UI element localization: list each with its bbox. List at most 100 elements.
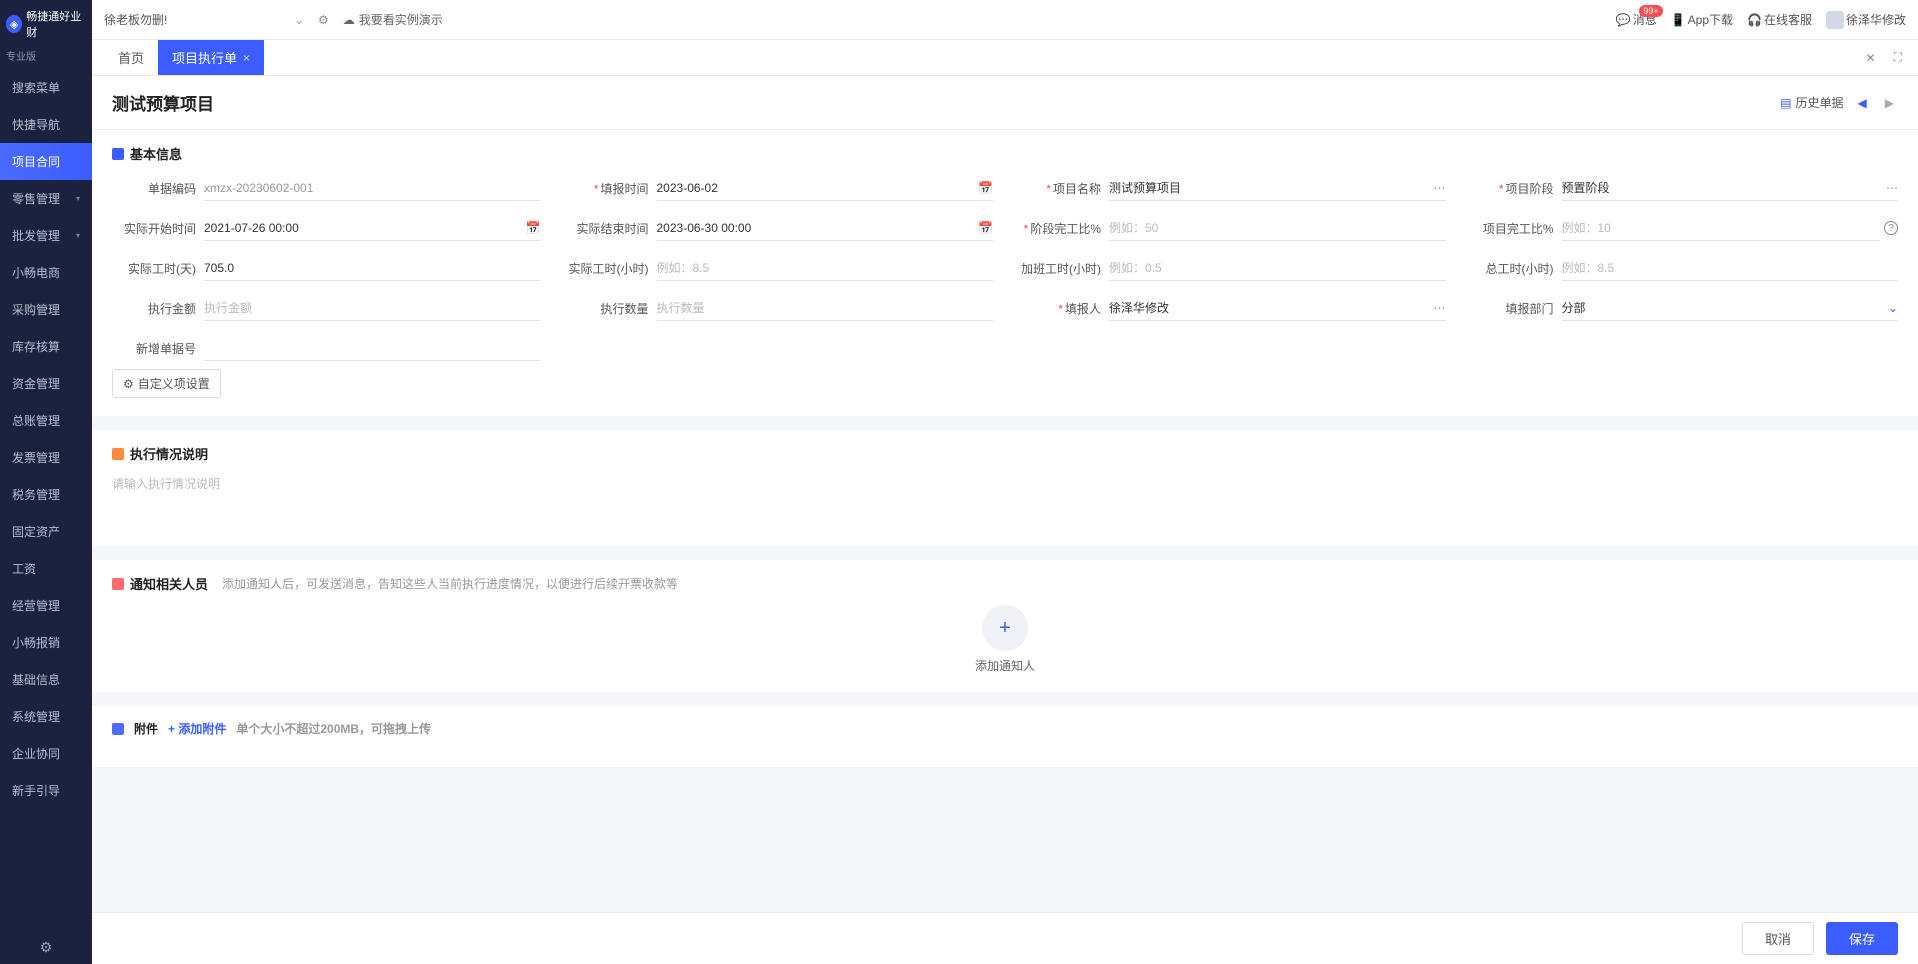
content-scroll[interactable]: 测试预算项目 ▤ 历史单据 ◀ ▶ 基本信息 单据编码 xm [92,76,1918,912]
input-newno[interactable] [204,337,541,359]
sidebar-item-14[interactable]: 经营管理 [0,587,92,624]
history-link[interactable]: ▤ 历史单据 [1780,94,1843,111]
sidebar-item-label: 零售管理 [12,190,60,207]
tabs-bar: 首页项目执行单× ✕ ⛶ [92,40,1918,76]
add-attachment-link[interactable]: + 添加附件 [168,720,226,737]
label-report-time: 填报时间 [600,182,648,196]
input-stage-pct[interactable] [1109,217,1446,239]
more-icon[interactable]: ⋯ [1886,181,1898,195]
calendar-icon[interactable]: 📅 [978,181,993,195]
add-person-label: 添加通知人 [975,657,1035,674]
sidebar-item-2[interactable]: 项目合同 [0,143,92,180]
sidebar-item-10[interactable]: 发票管理 [0,439,92,476]
save-button[interactable]: 保存 [1826,922,1898,955]
sidebar-item-16[interactable]: 基础信息 [0,661,92,698]
sidebar-item-13[interactable]: 工资 [0,550,92,587]
messages-button[interactable]: 💬 消息 99+ [1616,11,1657,28]
sidebar-item-5[interactable]: 小畅电商 [0,254,92,291]
sidebar-item-label: 系统管理 [12,708,60,725]
label-project-pct: 项目完工比% [1470,220,1562,237]
sidebar-item-1[interactable]: 快捷导航 [0,106,92,143]
messages-badge: 99+ [1639,5,1662,17]
label-hours: 实际工时(小时) [565,260,657,277]
sidebar-item-3[interactable]: 零售管理▾ [0,180,92,217]
desc-textarea[interactable] [112,475,1898,525]
input-ot[interactable] [1109,257,1446,279]
sidebar-item-9[interactable]: 总账管理 [0,402,92,439]
app-download-button[interactable]: 📱 App下载 [1671,11,1733,28]
tab-label: 首页 [118,48,144,67]
brand-name: 畅捷通好业财 [26,8,86,40]
add-person-button[interactable]: + [982,605,1028,651]
sidebar-settings[interactable]: ⚙ [0,931,92,964]
sidebar-item-4[interactable]: 批发管理▾ [0,217,92,254]
input-amount[interactable] [204,297,541,319]
section-attach-title: 附件 [134,720,158,737]
sidebar-item-17[interactable]: 系统管理 [0,698,92,735]
close-icon[interactable]: × [243,51,250,65]
cloud-icon: ☁ [343,13,355,27]
section-basic-title: 基本信息 [130,144,182,163]
footer-bar: 取消 保存 [92,912,1918,964]
input-qty[interactable] [657,297,994,319]
tab-0[interactable]: 首页 [104,40,158,75]
label-reporter: 填报人 [1065,302,1101,316]
label-project-stage: 项目阶段 [1505,182,1553,196]
input-dept[interactable] [1562,297,1899,319]
input-start-time[interactable] [204,217,541,239]
sidebar-item-label: 企业协同 [12,745,60,762]
calendar-icon[interactable]: 📅 [526,221,541,235]
sidebar-item-15[interactable]: 小畅报销 [0,624,92,661]
input-report-time[interactable] [657,177,994,199]
caret-icon: ▾ [76,231,80,240]
label-end-time: 实际结束时间 [565,220,657,237]
custom-fields-button[interactable]: ⚙ 自定义项设置 [112,369,221,398]
input-reporter[interactable] [1109,297,1446,319]
chevron-down-icon: ⌄ [294,13,304,27]
cancel-button[interactable]: 取消 [1742,922,1814,955]
user-menu[interactable]: 徐泽华修改 [1826,11,1906,29]
sidebar-item-label: 经营管理 [12,597,60,614]
sidebar: ◈ 畅捷通好业财 专业版 搜索菜单快捷导航项目合同零售管理▾批发管理▾小畅电商采… [0,0,92,964]
input-project-pct[interactable] [1562,217,1881,239]
label-dept: 填报部门 [1470,300,1562,317]
input-project-name[interactable] [1109,177,1446,199]
more-icon[interactable]: ⋯ [1434,181,1446,195]
tab-1[interactable]: 项目执行单× [158,40,264,75]
help-icon[interactable]: ? [1884,221,1898,235]
input-total[interactable] [1562,257,1899,279]
demo-link[interactable]: ☁ 我要看实例演示 [343,11,443,28]
doc-icon: ▤ [1780,96,1791,110]
sidebar-item-18[interactable]: 企业协同 [0,735,92,772]
support-button[interactable]: 🎧 在线客服 [1747,11,1812,28]
fullscreen-icon[interactable]: ⛶ [1888,46,1908,69]
sidebar-item-label: 总账管理 [12,412,60,429]
sidebar-item-8[interactable]: 资金管理 [0,365,92,402]
sidebar-item-11[interactable]: 税务管理 [0,476,92,513]
gear-icon[interactable]: ⚙ [314,9,333,31]
calendar-icon[interactable]: 📅 [978,221,993,235]
user-name: 徐泽华修改 [1846,11,1906,28]
org-selector[interactable]: 徐老板勿删! ⌄ [104,11,304,28]
prev-record-button[interactable]: ◀ [1854,94,1871,112]
section-icon [112,148,124,160]
input-days[interactable] [204,257,541,279]
chevron-down-icon[interactable]: ⌄ [1888,301,1898,315]
sidebar-item-label: 采购管理 [12,301,60,318]
sidebar-item-7[interactable]: 库存核算 [0,328,92,365]
sidebar-item-19[interactable]: 新手引导 [0,772,92,809]
close-all-icon[interactable]: ✕ [1860,47,1882,69]
input-end-time[interactable] [657,217,994,239]
next-record-button[interactable]: ▶ [1881,94,1898,112]
label-days: 实际工时(天) [112,260,204,277]
support-label: 在线客服 [1764,11,1812,28]
sidebar-item-6[interactable]: 采购管理 [0,291,92,328]
app-label: App下载 [1688,11,1733,28]
input-project-stage[interactable] [1562,177,1899,199]
label-code: 单据编码 [112,180,204,197]
more-icon[interactable]: ⋯ [1434,301,1446,315]
sidebar-item-0[interactable]: 搜索菜单 [0,69,92,106]
sidebar-item-12[interactable]: 固定资产 [0,513,92,550]
page-title: 测试预算项目 [112,90,214,115]
input-hours[interactable] [657,257,994,279]
